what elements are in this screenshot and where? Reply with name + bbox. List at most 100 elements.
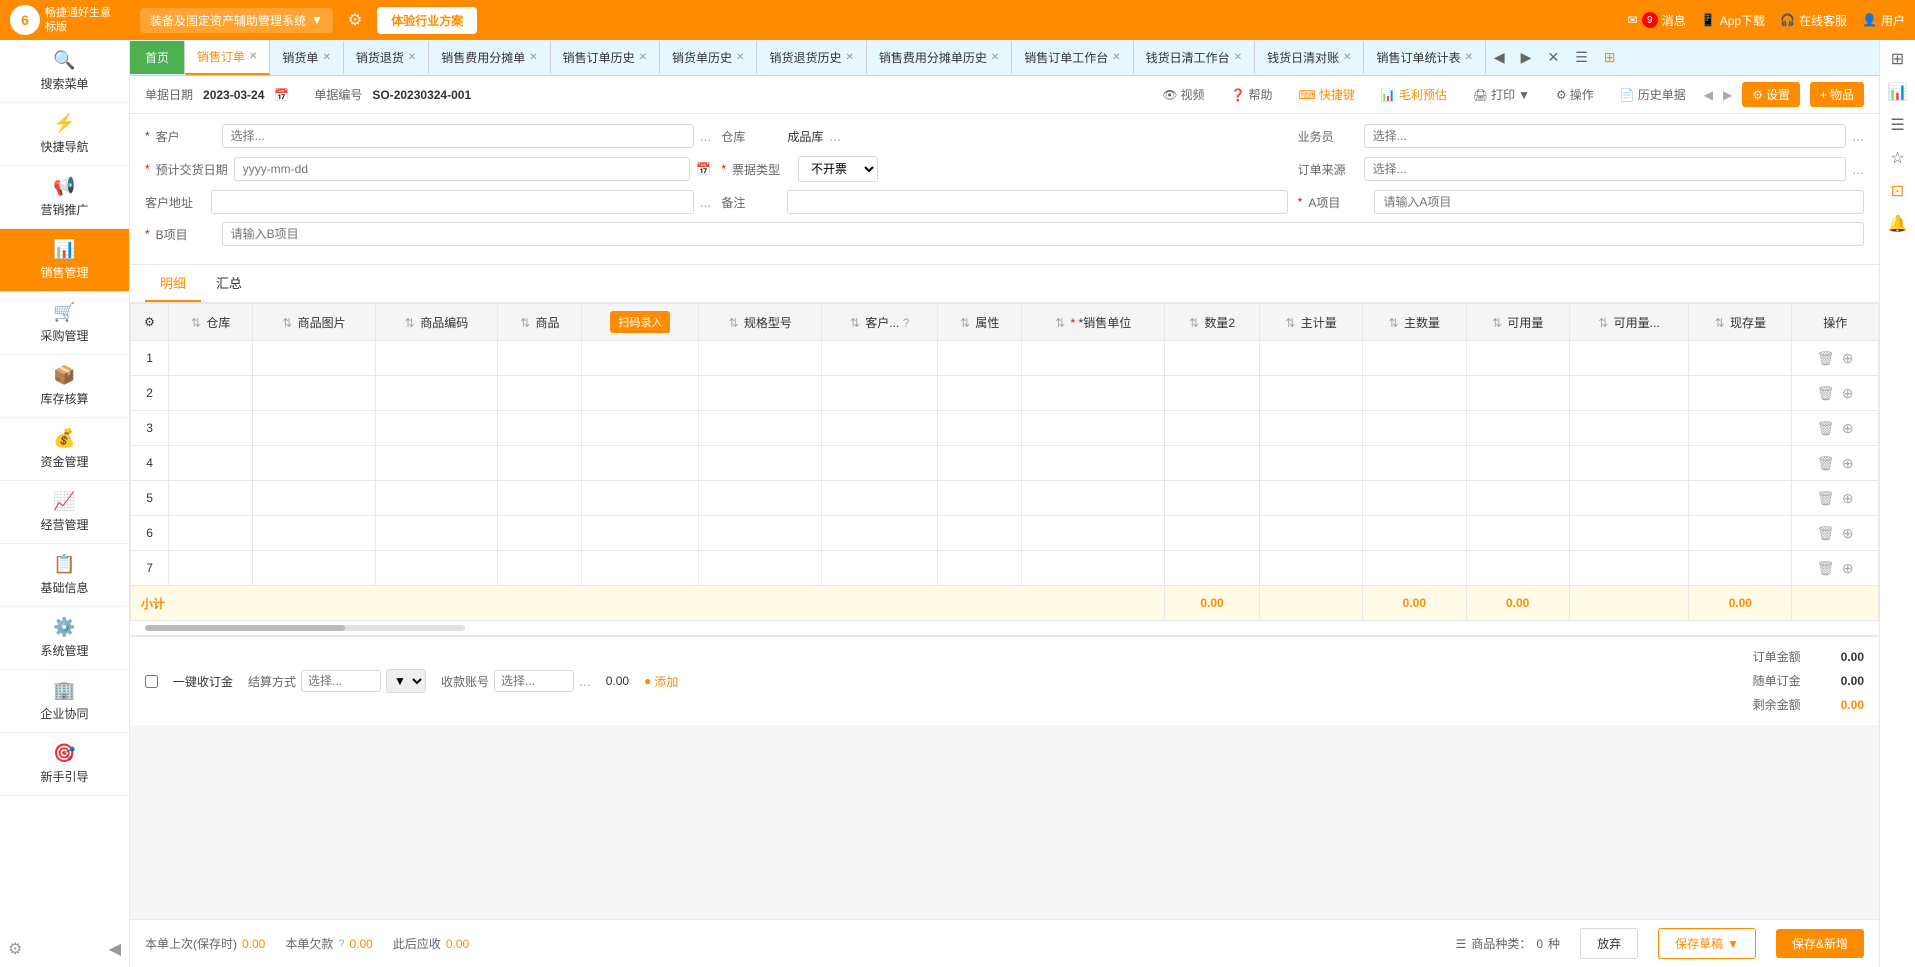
- message-button[interactable]: ✉ 9 消息: [1628, 12, 1686, 29]
- tab-close-icon[interactable]: ✕: [736, 52, 744, 63]
- sidebar-item-search[interactable]: 🔍 搜索菜单: [0, 40, 129, 103]
- sidebar-item-quick-nav[interactable]: ⚡ 快捷导航: [0, 103, 129, 166]
- print-btn[interactable]: 🖨 打印 ▼: [1465, 83, 1538, 106]
- warehouse-ellipsis[interactable]: ...: [829, 128, 841, 144]
- view-btn[interactable]: 👁 视频: [1154, 83, 1212, 106]
- tab-sales-return2[interactable]: 销货退货 ✕: [344, 41, 429, 74]
- system-title-button[interactable]: 装备及固定资产辅助管理系统 ▼: [140, 8, 333, 33]
- sidebar-item-inventory[interactable]: 📦 库存核算: [0, 355, 129, 418]
- tab-sales-fee-history[interactable]: 销售费用分摊单历史 ✕: [867, 41, 1012, 74]
- tab-detail[interactable]: 明细: [145, 265, 201, 302]
- row-copy-btn[interactable]: ⊕: [1840, 488, 1856, 508]
- tab-sales-fee[interactable]: 销售费用分摊单 ✕: [429, 41, 550, 74]
- sidebar-item-finance[interactable]: 💰 资金管理: [0, 418, 129, 481]
- account-ellipsis[interactable]: ...: [579, 673, 591, 689]
- customer-input[interactable]: [222, 124, 694, 148]
- tab-nav-menu[interactable]: ☰: [1567, 44, 1596, 71]
- tab-nav-orange[interactable]: ⊞: [1596, 44, 1624, 71]
- right-icon-star[interactable]: ☆: [1884, 144, 1912, 172]
- sidebar-item-system[interactable]: ⚙️ 系统管理: [0, 607, 129, 670]
- sidebar-item-enterprise[interactable]: 🏢 企业协同: [0, 670, 129, 733]
- sidebar-item-sales[interactable]: 📊 销售管理: [0, 229, 129, 292]
- row-copy-btn[interactable]: ⊕: [1840, 523, 1856, 543]
- auto-deposit-checkbox[interactable]: [145, 675, 158, 688]
- row-delete-btn[interactable]: 🗑: [1815, 383, 1837, 403]
- profit-btn[interactable]: 📊 毛利预估: [1373, 83, 1455, 106]
- col-settings[interactable]: ⚙: [131, 304, 169, 341]
- col-sort-icon[interactable]: ⇅: [1189, 316, 1199, 330]
- row-delete-btn[interactable]: 🗑: [1815, 453, 1837, 473]
- settings-btn[interactable]: ⚙ 设置: [1742, 82, 1800, 107]
- scan-btn[interactable]: 扫码录入: [610, 311, 670, 333]
- tab-close-icon[interactable]: ✕: [1112, 52, 1120, 63]
- row-copy-btn[interactable]: ⊕: [1840, 383, 1856, 403]
- settings-gear-button[interactable]: ⚙: [343, 10, 367, 30]
- sidebar-collapse-btn[interactable]: ◀: [109, 939, 121, 959]
- col-sort-icon[interactable]: ⇅: [191, 316, 201, 330]
- row-copy-btn[interactable]: ⊕: [1840, 453, 1856, 473]
- calendar-icon[interactable]: 📅: [274, 88, 289, 102]
- right-icon-bell[interactable]: 🔔: [1884, 210, 1912, 238]
- tab-sales-order[interactable]: 销售订单 ✕: [185, 40, 270, 75]
- tab-close-icon[interactable]: ✕: [991, 52, 999, 63]
- tab-close-icon[interactable]: ✕: [1465, 52, 1473, 63]
- history-btn[interactable]: 📄 历史单据: [1612, 83, 1694, 106]
- sidebar-bottom-settings[interactable]: ⚙: [8, 939, 22, 959]
- app-download-button[interactable]: 📱 App下载: [1701, 12, 1765, 29]
- tab-sales-workbench[interactable]: 销售订单工作台 ✕: [1012, 41, 1133, 74]
- a-project-input[interactable]: [1374, 190, 1864, 214]
- save-new-btn[interactable]: 保存&新增: [1776, 929, 1864, 958]
- sidebar-item-operations[interactable]: 📈 经营管理: [0, 481, 129, 544]
- col-sort-icon[interactable]: ⇅: [1598, 316, 1608, 330]
- delivery-input[interactable]: [234, 157, 691, 181]
- tab-close-icon[interactable]: ✕: [845, 52, 853, 63]
- shortcut-btn[interactable]: ⌨ 快捷键: [1291, 83, 1363, 106]
- tab-summary[interactable]: 汇总: [201, 265, 257, 302]
- sidebar-item-basic[interactable]: 📋 基础信息: [0, 544, 129, 607]
- tab-close-icon[interactable]: ✕: [529, 52, 537, 63]
- tab-cash-workbench[interactable]: 钱货日清工作台 ✕: [1134, 41, 1255, 74]
- tab-close-icon[interactable]: ✕: [408, 52, 416, 63]
- invoice-select[interactable]: 不开票: [798, 156, 878, 182]
- tab-home[interactable]: 首页: [130, 41, 185, 74]
- row-copy-btn[interactable]: ⊕: [1840, 558, 1856, 578]
- tab-sales-return[interactable]: 销货单 ✕: [270, 41, 343, 74]
- staff-ellipsis[interactable]: ...: [1852, 128, 1864, 144]
- col-sort-icon[interactable]: ⇅: [960, 316, 970, 330]
- tab-sales-history[interactable]: 销售订单历史 ✕: [551, 41, 660, 74]
- online-service-button[interactable]: 🎧 在线客服: [1780, 12, 1847, 29]
- payment-account-input[interactable]: [494, 670, 574, 692]
- sidebar-item-guide[interactable]: 🎯 新手引导: [0, 733, 129, 796]
- col-sort-icon[interactable]: ⇅: [728, 316, 738, 330]
- discard-btn[interactable]: 放弃: [1580, 928, 1638, 959]
- address-input[interactable]: [211, 190, 694, 214]
- right-icon-orange[interactable]: ⊡: [1884, 177, 1912, 205]
- right-icon-grid[interactable]: ⊞: [1884, 45, 1912, 73]
- toolbar-nav-next[interactable]: ▶: [1723, 88, 1732, 102]
- col-sort-icon[interactable]: ⇅: [1055, 316, 1065, 330]
- row-delete-btn[interactable]: 🗑: [1815, 418, 1837, 438]
- row-copy-btn[interactable]: ⊕: [1840, 348, 1856, 368]
- col-sort-icon[interactable]: ⇅: [1285, 316, 1295, 330]
- row-delete-btn[interactable]: 🗑: [1815, 488, 1837, 508]
- industry-btn[interactable]: 体验行业方案: [377, 7, 477, 34]
- tab-nav-close-all[interactable]: ✕: [1539, 44, 1567, 71]
- col-sort-icon[interactable]: ⇅: [850, 316, 860, 330]
- col-sort-icon[interactable]: ⇅: [405, 316, 415, 330]
- toolbar-nav-prev[interactable]: ◀: [1704, 88, 1713, 102]
- col-sort-icon[interactable]: ⇅: [282, 316, 292, 330]
- delivery-calendar-icon[interactable]: 📅: [696, 162, 711, 176]
- tab-sales-return-history2[interactable]: 销货退货历史 ✕: [757, 41, 866, 74]
- order-source-ellipsis[interactable]: ...: [1852, 161, 1864, 177]
- row-delete-btn[interactable]: 🗑: [1815, 523, 1837, 543]
- payment-method-input[interactable]: [301, 670, 381, 692]
- staff-input[interactable]: [1364, 124, 1847, 148]
- customer-ellipsis[interactable]: ...: [700, 128, 712, 144]
- remark-input[interactable]: [787, 190, 1287, 214]
- address-ellipsis[interactable]: ...: [700, 194, 712, 210]
- save-draft-btn[interactable]: 保存草稿 ▼: [1658, 928, 1756, 959]
- tab-sales-return-history[interactable]: 销货单历史 ✕: [660, 41, 757, 74]
- row-delete-btn[interactable]: 🗑: [1815, 348, 1837, 368]
- tab-close-icon[interactable]: ✕: [249, 51, 257, 62]
- right-icon-list[interactable]: ☰: [1884, 111, 1912, 139]
